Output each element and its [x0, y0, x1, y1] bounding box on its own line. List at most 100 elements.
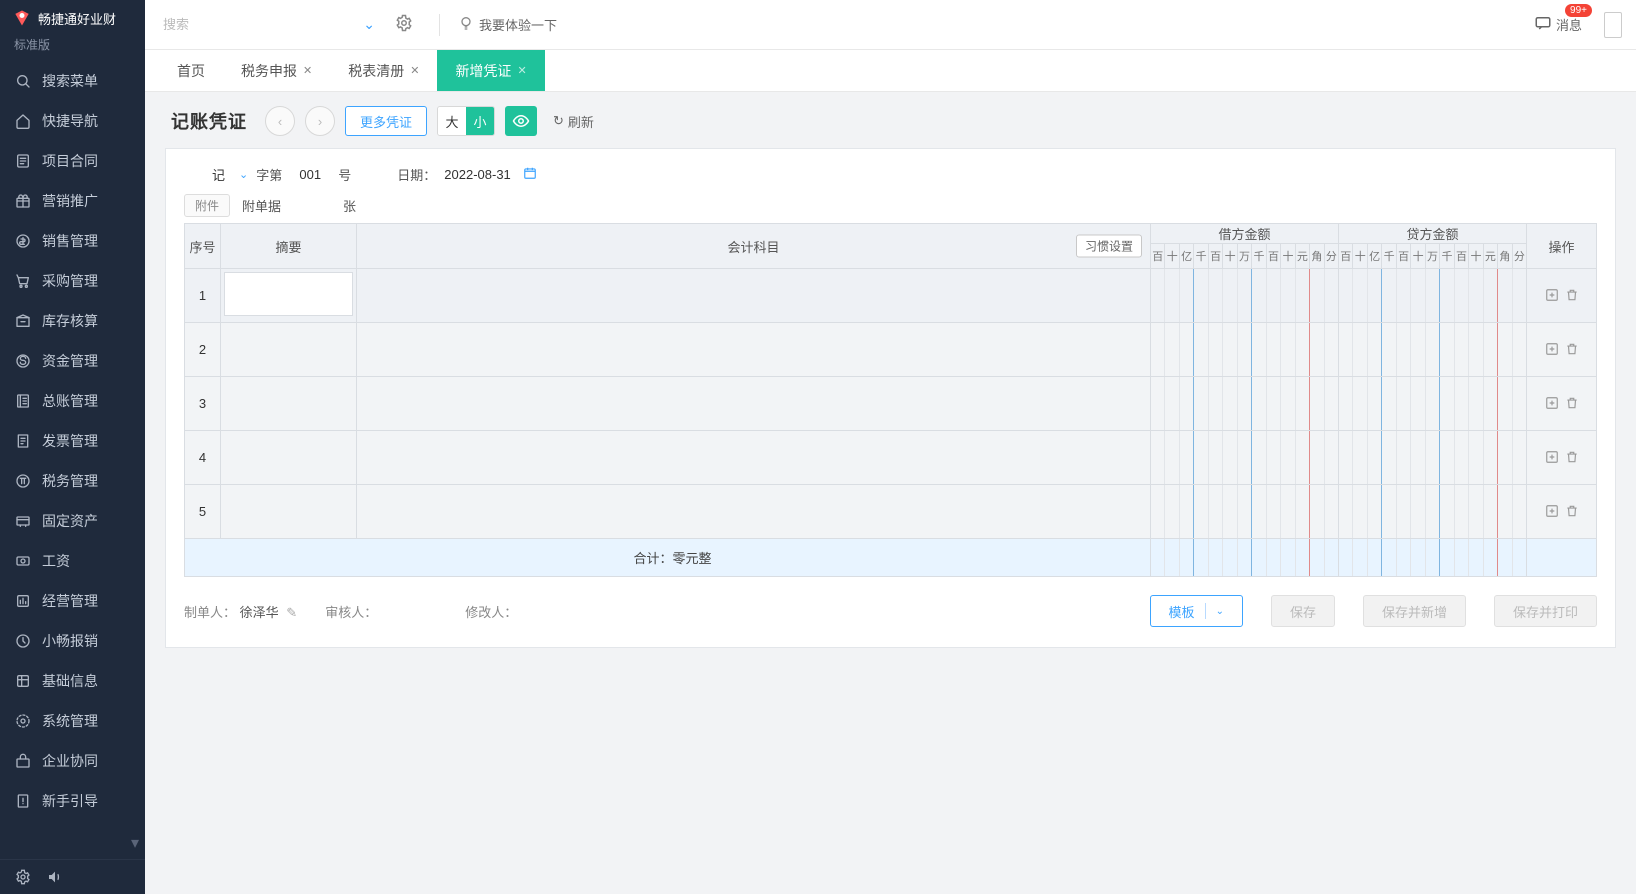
summary-cell[interactable]: [221, 269, 357, 323]
sidebar-item-ledger[interactable]: 总账管理: [0, 381, 145, 421]
template-dropdown-icon[interactable]: ⌄: [1216, 606, 1224, 617]
save-button[interactable]: 保存: [1271, 595, 1335, 627]
credit-cell[interactable]: [1339, 431, 1527, 485]
experience-link[interactable]: 我要体验一下: [458, 15, 557, 34]
attachment-button[interactable]: 附件: [184, 194, 230, 217]
debit-cell[interactable]: [1151, 269, 1339, 323]
sidebar-item-salary[interactable]: 工资: [0, 541, 145, 581]
refresh-icon: ↻: [553, 113, 564, 129]
settings-icon[interactable]: [14, 868, 32, 886]
panel-toggle-icon[interactable]: [1604, 12, 1622, 38]
summary-cell[interactable]: [221, 323, 357, 377]
message-icon: [1534, 14, 1552, 35]
summary-cell[interactable]: [221, 377, 357, 431]
ledger-icon: [14, 392, 32, 410]
save-and-print-button[interactable]: 保存并打印: [1494, 595, 1597, 627]
sidebar-item-guide[interactable]: 新手引导: [0, 781, 145, 821]
sidebar-item-asset[interactable]: 固定资产: [0, 501, 145, 541]
add-row-icon[interactable]: [1544, 287, 1560, 303]
system-icon: [14, 712, 32, 730]
account-cell[interactable]: [357, 431, 1151, 485]
summary-input[interactable]: [224, 272, 354, 316]
prev-voucher-button[interactable]: ‹: [265, 106, 295, 136]
credit-cell[interactable]: [1339, 269, 1527, 323]
lightbulb-icon: [458, 15, 474, 34]
debit-cell[interactable]: [1151, 485, 1339, 539]
sidebar-item-cart[interactable]: 采购管理: [0, 261, 145, 301]
delete-row-icon[interactable]: [1564, 341, 1580, 357]
preview-button[interactable]: [505, 106, 537, 136]
account-cell[interactable]: [357, 485, 1151, 539]
habit-settings-button[interactable]: 习惯设置: [1076, 235, 1142, 258]
add-row-icon[interactable]: [1544, 503, 1560, 519]
more-voucher-button[interactable]: 更多凭证: [345, 106, 427, 136]
credit-cell[interactable]: [1339, 323, 1527, 377]
sound-icon[interactable]: [46, 868, 64, 886]
tab-close-icon[interactable]: ✕: [303, 64, 312, 77]
tab-税务申报[interactable]: 税务申报✕: [223, 50, 330, 91]
page-title: 记账凭证: [171, 108, 247, 134]
summary-cell[interactable]: [221, 431, 357, 485]
size-big-button[interactable]: 大: [438, 107, 466, 135]
message-button[interactable]: 消息 99+: [1534, 14, 1582, 35]
delete-row-icon[interactable]: [1564, 503, 1580, 519]
fund-icon: [14, 352, 32, 370]
sidebar-item-contract[interactable]: 项目合同: [0, 141, 145, 181]
tab-税表清册[interactable]: 税表清册✕: [330, 50, 437, 91]
account-cell[interactable]: [357, 377, 1151, 431]
tab-close-icon[interactable]: ✕: [517, 64, 526, 77]
size-toggle: 大 小: [437, 106, 495, 136]
calendar-icon[interactable]: [523, 166, 537, 183]
gear-icon[interactable]: [395, 14, 413, 35]
topbar: ⌄ 我要体验一下 消息 99+: [145, 0, 1636, 50]
credit-cell[interactable]: [1339, 377, 1527, 431]
auditor-label: 审核人：: [325, 605, 377, 620]
tab-首页[interactable]: 首页: [159, 50, 223, 91]
save-and-new-button[interactable]: 保存并新增: [1363, 595, 1466, 627]
tab-新增凭证[interactable]: 新增凭证✕: [437, 50, 544, 91]
account-cell[interactable]: [357, 323, 1151, 377]
add-row-icon[interactable]: [1544, 341, 1560, 357]
next-voucher-button[interactable]: ›: [305, 106, 335, 136]
sidebar-item-gift[interactable]: 营销推广: [0, 181, 145, 221]
sidebar-item-search[interactable]: 搜索菜单: [0, 61, 145, 101]
sidebar-item-biz[interactable]: 经营管理: [0, 581, 145, 621]
refresh-button[interactable]: ↻ 刷新: [553, 112, 594, 131]
th-debit: 借方金额: [1151, 224, 1339, 244]
size-small-button[interactable]: 小: [466, 107, 494, 135]
add-row-icon[interactable]: [1544, 449, 1560, 465]
voucher-type-dropdown-icon[interactable]: ⌄: [239, 168, 248, 181]
sidebar-item-coop[interactable]: 企业协同: [0, 741, 145, 781]
delete-row-icon[interactable]: [1564, 395, 1580, 411]
search-input[interactable]: [159, 10, 379, 40]
template-button[interactable]: 模板 ⌄: [1150, 595, 1243, 627]
tab-close-icon[interactable]: ✕: [410, 64, 419, 77]
sidebar-item-tax[interactable]: 税务管理: [0, 461, 145, 501]
debit-cell[interactable]: [1151, 323, 1339, 377]
voucher-type[interactable]: 记: [206, 165, 231, 184]
sidebar-item-report[interactable]: 小畅报销: [0, 621, 145, 661]
credit-cell[interactable]: [1339, 485, 1527, 539]
sidebar-item-fund[interactable]: 资金管理: [0, 341, 145, 381]
delete-row-icon[interactable]: [1564, 287, 1580, 303]
sidebar-item-label: 小畅报销: [42, 631, 98, 651]
voucher-number[interactable]: 001: [290, 167, 330, 182]
sidebar-item-sale[interactable]: 销售管理: [0, 221, 145, 261]
sidebar-item-invoice[interactable]: 发票管理: [0, 421, 145, 461]
sidebar-item-label: 库存核算: [42, 311, 98, 331]
search-dropdown-icon[interactable]: ⌄: [363, 16, 375, 33]
debit-cell[interactable]: [1151, 377, 1339, 431]
sidebar-item-base[interactable]: 基础信息: [0, 661, 145, 701]
sidebar-item-system[interactable]: 系统管理: [0, 701, 145, 741]
sidebar-item-stock[interactable]: 库存核算: [0, 301, 145, 341]
add-row-icon[interactable]: [1544, 395, 1560, 411]
voucher-date[interactable]: 2022-08-31: [444, 167, 511, 182]
edit-maker-icon[interactable]: ✎: [286, 605, 297, 620]
summary-cell[interactable]: [221, 485, 357, 539]
voucher-date-label: 日期：: [397, 165, 436, 184]
sidebar-item-home[interactable]: 快捷导航: [0, 101, 145, 141]
debit-cell[interactable]: [1151, 431, 1339, 485]
account-cell[interactable]: [357, 269, 1151, 323]
sidebar-item-label: 税务管理: [42, 471, 98, 491]
delete-row-icon[interactable]: [1564, 449, 1580, 465]
